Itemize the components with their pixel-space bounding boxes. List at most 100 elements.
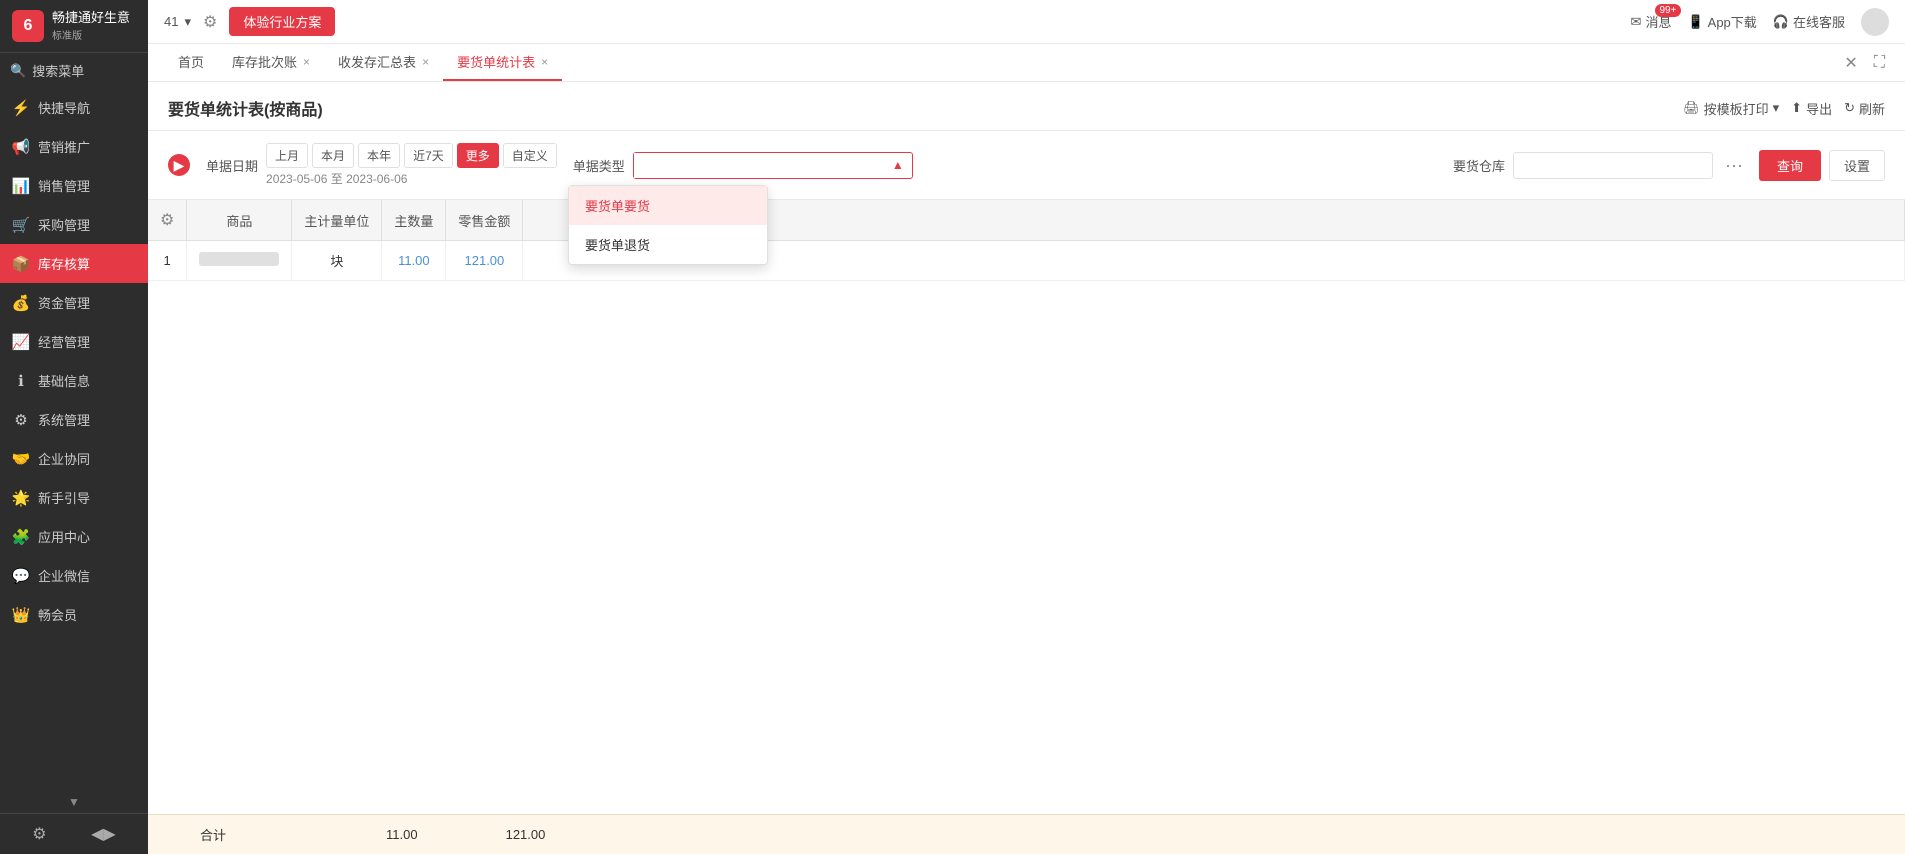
print-icon: 🖨 — [1683, 100, 1700, 116]
tab-fullscreen-btn[interactable]: ⛶ — [1870, 50, 1889, 76]
tab-requisition[interactable]: 要货单统计表 × — [443, 44, 562, 81]
cell-amount: 121.00 — [446, 241, 523, 281]
print-btn[interactable]: 🖨 按模板打印 ▾ — [1683, 99, 1779, 118]
operations-icon: 📈 — [12, 333, 30, 351]
page-title: 要货单统计表(按商品) — [168, 96, 323, 120]
messages-badge: 99+ — [1655, 4, 1682, 17]
user-avatar-btn[interactable] — [1861, 8, 1889, 36]
date-filter-label: 单据日期 — [206, 156, 258, 175]
enterprise-icon: 🤝 — [12, 450, 30, 468]
sidebar-item-app-center[interactable]: 🧩 应用中心 — [0, 517, 148, 556]
online-service-btn[interactable]: 🎧 在线客服 — [1773, 12, 1845, 31]
tab-home[interactable]: 首页 — [164, 44, 218, 81]
sidebar-item-weixin[interactable]: 💬 企业微信 — [0, 556, 148, 595]
type-dropdown-menu: 要货单要货 要货单退货 — [568, 185, 768, 265]
dropdown-item-0[interactable]: 要货单要货 — [569, 186, 767, 225]
message-icon: ✉ — [1631, 14, 1642, 30]
main-area: 41 ▾ ⚙ 体验行业方案 ✉ 消息 99+ 📱 App下载 🎧 在线客服 — [148, 0, 1905, 854]
tab-batch-account[interactable]: 库存批次账 × — [218, 44, 324, 81]
sidebar: 6 畅捷通好生意 标准版 🔍 搜索菜单 ⚡ 快捷导航 📢 营销推广 📊 销售管理… — [0, 0, 148, 854]
sidebar-label-member: 畅会员 — [38, 605, 77, 624]
sidebar-item-guide[interactable]: 🌟 新手引导 — [0, 478, 148, 517]
tab-close-all-btn[interactable]: ✕ — [1840, 49, 1861, 77]
column-settings-icon[interactable]: ⚙ — [160, 212, 174, 229]
sidebar-search[interactable]: 🔍 搜索菜单 — [0, 53, 148, 88]
topbar: 41 ▾ ⚙ 体验行业方案 ✉ 消息 99+ 📱 App下载 🎧 在线客服 — [148, 0, 1905, 44]
sidebar-item-operations[interactable]: 📈 经营管理 — [0, 322, 148, 361]
filter-expand-btn[interactable]: ▶ — [168, 154, 190, 176]
sidebar-collapse-btn[interactable]: ◀▶ — [91, 824, 116, 844]
date-quick-btns: 上月 本月 本年 近7天 更多 自定义 — [266, 143, 557, 168]
btn-last-7-days[interactable]: 近7天 — [404, 143, 453, 168]
store-name: 41 — [164, 14, 178, 29]
dropdown-item-1[interactable]: 要货单退货 — [569, 225, 767, 264]
sidebar-item-enterprise[interactable]: 🤝 企业协同 — [0, 439, 148, 478]
tabbar: 首页 库存批次账 × 收发存汇总表 × 要货单统计表 × ✕ ⛶ — [148, 44, 1905, 82]
sidebar-label-quick-nav: 快捷导航 — [38, 98, 90, 117]
brand-name: 畅捷通好生意 — [52, 10, 130, 27]
sidebar-label-sales: 销售管理 — [38, 176, 90, 195]
type-filter-label: 单据类型 — [573, 156, 625, 175]
system-icon: ⚙ — [12, 411, 30, 429]
footer-quantity: 11.00 — [386, 827, 418, 842]
quick-nav-icon: ⚡ — [12, 99, 30, 117]
print-label: 按模板打印 — [1704, 99, 1769, 118]
refresh-btn[interactable]: ↻ 刷新 — [1844, 99, 1885, 118]
sidebar-item-quick-nav[interactable]: ⚡ 快捷导航 — [0, 88, 148, 127]
sidebar-item-member[interactable]: 👑 畅会员 — [0, 595, 148, 634]
sidebar-scroll-down[interactable]: ▼ — [0, 791, 148, 813]
btn-custom-date[interactable]: 自定义 — [503, 143, 557, 168]
search-icon: 🔍 — [10, 63, 26, 79]
app-download-btn[interactable]: 📱 App下载 — [1687, 12, 1756, 31]
amount-link[interactable]: 121.00 — [465, 253, 505, 268]
sidebar-item-purchase[interactable]: 🛒 采购管理 — [0, 205, 148, 244]
purchase-icon: 🛒 — [12, 216, 30, 234]
th-unit: 主计量单位 — [292, 200, 382, 241]
date-filter-wrap: 上月 本月 本年 近7天 更多 自定义 2023-05-06 至 2023-06… — [266, 143, 557, 187]
btn-last-month[interactable]: 上月 — [266, 143, 308, 168]
type-dropdown-arrow[interactable]: ▲ — [884, 158, 912, 172]
tab-batch-close[interactable]: × — [303, 56, 310, 68]
tab-summary[interactable]: 收发存汇总表 × — [324, 44, 443, 81]
tab-summary-close[interactable]: × — [422, 56, 429, 68]
type-filter-input[interactable] — [634, 153, 884, 178]
guide-icon: 🌟 — [12, 489, 30, 507]
messages-btn[interactable]: ✉ 消息 99+ — [1631, 12, 1672, 31]
refresh-label: 刷新 — [1859, 99, 1885, 118]
warehouse-more-btn[interactable]: ··· — [1725, 155, 1743, 176]
type-filter-group: 单据类型 ▲ — [573, 152, 1437, 179]
app-brand: 畅捷通好生意 标准版 — [52, 10, 130, 42]
tab-home-label: 首页 — [178, 52, 204, 71]
trial-button[interactable]: 体验行业方案 — [229, 7, 335, 36]
refresh-icon: ↻ — [1844, 100, 1855, 116]
settings-button[interactable]: 设置 — [1829, 150, 1885, 181]
quantity-link[interactable]: 11.00 — [398, 253, 430, 268]
store-selector[interactable]: 41 ▾ — [164, 14, 191, 30]
sidebar-settings-btn[interactable]: ⚙ — [32, 824, 46, 844]
tab-requisition-close[interactable]: × — [541, 56, 548, 68]
user-avatar — [1861, 8, 1889, 36]
export-icon: ⬆ — [1791, 100, 1802, 116]
sidebar-item-marketing[interactable]: 📢 营销推广 — [0, 127, 148, 166]
download-icon: 📱 — [1687, 14, 1703, 30]
export-btn[interactable]: ⬆ 导出 — [1791, 99, 1832, 118]
warehouse-filter-group: 要货仓库 ··· — [1453, 152, 1743, 179]
sidebar-item-system[interactable]: ⚙ 系统管理 — [0, 400, 148, 439]
th-product: 商品 — [187, 200, 292, 241]
table-row: 1 块 11.00 121.00 — [148, 241, 1905, 281]
tab-requisition-label: 要货单统计表 — [457, 52, 535, 71]
sidebar-label-inventory: 库存核算 — [38, 254, 90, 273]
warehouse-filter-input[interactable] — [1513, 152, 1713, 179]
sidebar-item-basic-info[interactable]: ℹ 基础信息 — [0, 361, 148, 400]
sidebar-item-inventory[interactable]: 📦 库存核算 — [0, 244, 148, 283]
query-button[interactable]: 查询 — [1759, 150, 1821, 181]
topbar-gear-icon[interactable]: ⚙ — [203, 12, 217, 32]
filter-action-btns: 查询 设置 — [1759, 150, 1885, 181]
sidebar-item-finance[interactable]: 💰 资金管理 — [0, 283, 148, 322]
btn-this-year[interactable]: 本年 — [358, 143, 400, 168]
btn-this-month[interactable]: 本月 — [312, 143, 354, 168]
sidebar-label-app-center: 应用中心 — [38, 527, 90, 546]
sidebar-item-sales[interactable]: 📊 销售管理 — [0, 166, 148, 205]
footer-total-label: 合计 — [200, 825, 226, 844]
btn-more-dates[interactable]: 更多 — [457, 143, 499, 168]
